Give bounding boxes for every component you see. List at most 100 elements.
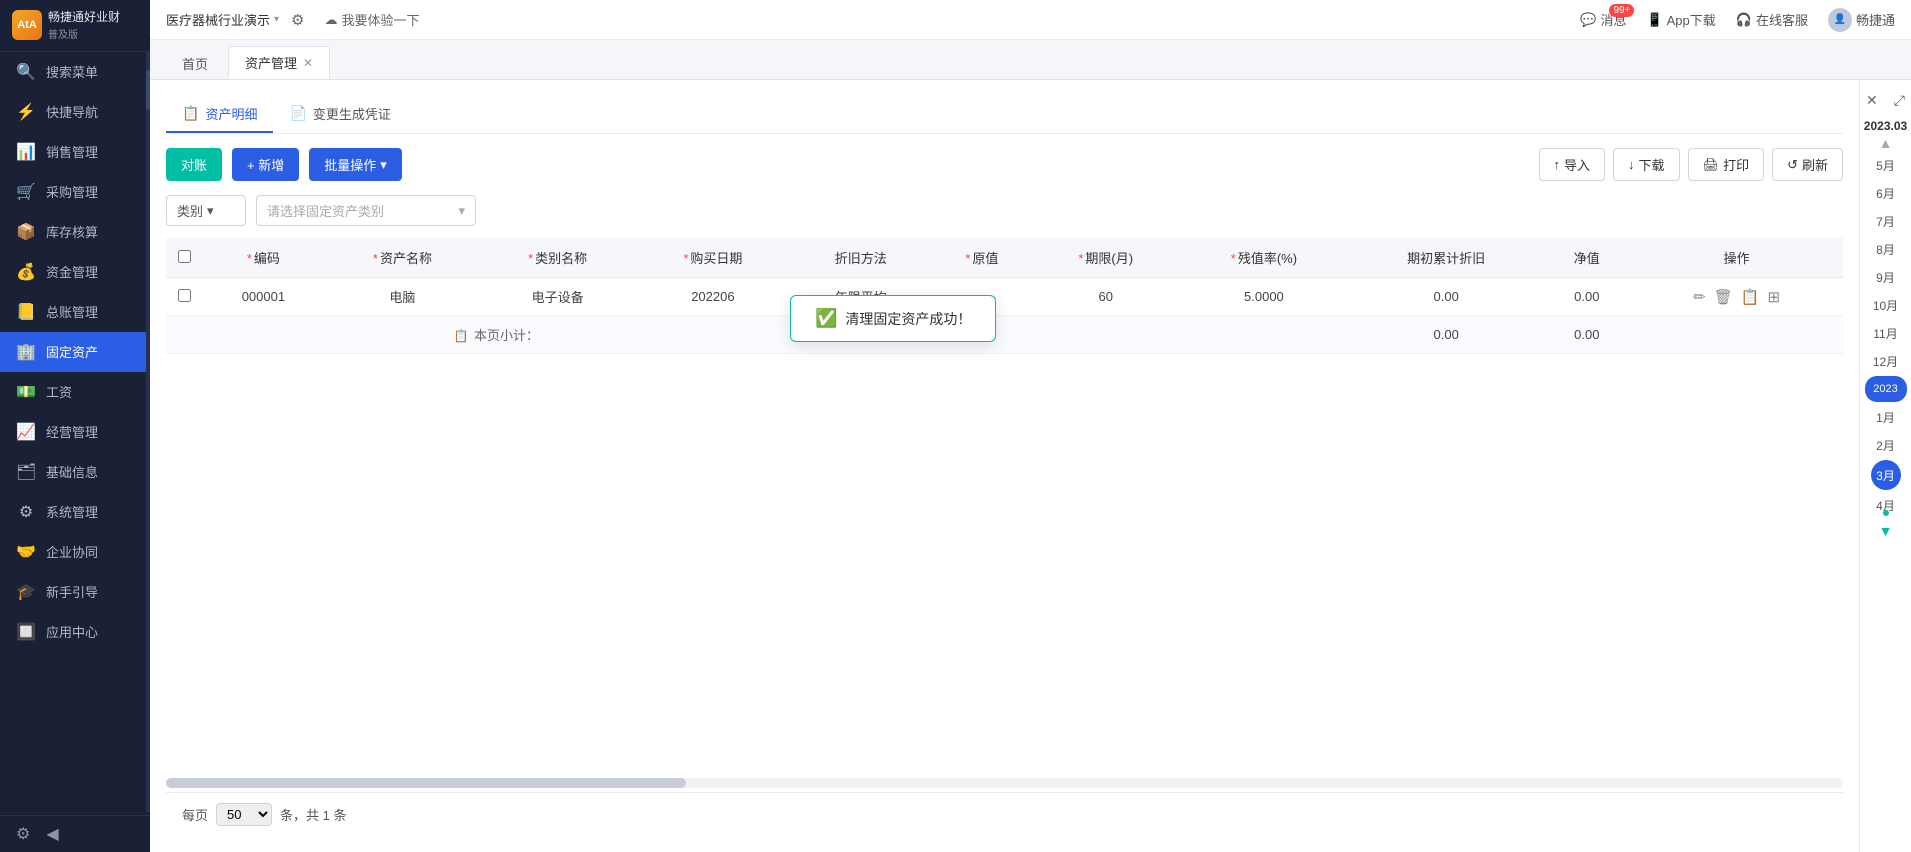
- col-purchase-date: *购买日期: [635, 238, 790, 278]
- right-panel: ✕ ⤢ 2023.03 ▲ 5月 6月 7月 8月 9月 10月 11月 12月…: [1859, 80, 1911, 852]
- edit-icon[interactable]: ✏: [1693, 288, 1706, 306]
- year-badge[interactable]: 2023: [1865, 376, 1907, 402]
- sidebar-item-ledger[interactable]: 📒 总账管理: [0, 292, 150, 332]
- sidebar-item-base[interactable]: 🗂 基础信息: [0, 452, 150, 492]
- sidebar-item-operations[interactable]: 📈 经营管理: [0, 412, 150, 452]
- toolbar: 对账 + 新增 批量操作 ▾ ↑ 导入 ↓ 下载: [166, 148, 1843, 181]
- logo-text: 畅捷通好业财: [48, 10, 120, 26]
- export-button[interactable]: ↑ 导入: [1539, 148, 1606, 181]
- new-button[interactable]: + 新增: [232, 148, 299, 181]
- print-button[interactable]: 🖨 打印: [1688, 148, 1765, 181]
- print-icon: 🖨: [1703, 157, 1720, 173]
- col-code: *编码: [202, 238, 325, 278]
- app-download-label: App下载: [1667, 10, 1716, 29]
- sidebar-item-payroll[interactable]: 💵 工资: [0, 372, 150, 412]
- month-6[interactable]: 6月: [1866, 180, 1906, 206]
- panel-down-icon[interactable]: ▼: [1879, 523, 1893, 539]
- main-area: 医疗器械行业演示 ▾ ⚙ ☁ 我要体验一下 💬 消息 99+ 📱 App下载 🎧…: [150, 0, 1911, 852]
- user-item[interactable]: 👤 畅捷通: [1828, 8, 1895, 32]
- online-service-item[interactable]: 🎧 在线客服: [1736, 10, 1808, 29]
- month-5[interactable]: 5月: [1866, 152, 1906, 178]
- chart-icon: 📊: [16, 142, 36, 162]
- category-input[interactable]: 请选择固定资产类别 ▾: [256, 195, 476, 226]
- month-2[interactable]: 2月: [1866, 432, 1906, 458]
- toast-check-icon: ✅: [815, 308, 837, 329]
- category-label: 类别: [177, 201, 203, 220]
- copy-icon[interactable]: 📋: [1741, 288, 1760, 306]
- tab-close-icon[interactable]: ✕: [303, 56, 313, 70]
- toast-message: 清理固定资产成功！: [845, 309, 971, 329]
- panel-expand-icon[interactable]: ⤢: [1894, 92, 1905, 109]
- topbar-gear-icon[interactable]: ⚙: [291, 11, 304, 29]
- horizontal-scrollbar[interactable]: [166, 778, 1843, 788]
- experience-button[interactable]: ☁ 我要体验一下: [325, 10, 420, 29]
- subtotal-net-value: 0.00: [1543, 316, 1630, 354]
- col-depreciation: 折旧方法: [791, 238, 932, 278]
- more-icon[interactable]: ⊞: [1767, 288, 1780, 306]
- month-1[interactable]: 1月: [1866, 404, 1906, 430]
- delete-icon[interactable]: 🗑: [1714, 288, 1733, 306]
- money-icon: 💰: [16, 262, 36, 282]
- reconcile-label: 对账: [181, 155, 207, 174]
- reconcile-button[interactable]: 对账: [166, 148, 222, 181]
- tab-asset[interactable]: 资产管理 ✕: [228, 46, 330, 79]
- sidebar-item-label: 固定资产: [46, 342, 98, 361]
- per-page-select[interactable]: 50 100 200: [216, 803, 272, 826]
- company-selector[interactable]: 医疗器械行业演示 ▾: [166, 10, 279, 29]
- message-item[interactable]: 💬 消息 99+: [1580, 10, 1626, 29]
- month-9[interactable]: 9月: [1866, 264, 1906, 290]
- tab-asset-label: 资产管理: [245, 53, 297, 72]
- month-4[interactable]: 4月: [1866, 492, 1906, 518]
- category-select[interactable]: 类别 ▾: [166, 195, 246, 226]
- subtab-voucher[interactable]: 📄 变更生成凭证: [273, 96, 406, 133]
- collapse-icon[interactable]: ◀: [46, 824, 58, 844]
- batch-button[interactable]: 批量操作 ▾: [309, 148, 402, 181]
- sidebar-item-search[interactable]: 🔍 搜索菜单: [0, 52, 150, 92]
- month-12[interactable]: 12月: [1866, 348, 1906, 374]
- select-all-checkbox[interactable]: [178, 250, 191, 263]
- tab-home[interactable]: 首页: [166, 48, 224, 79]
- category-arrow-icon: ▾: [207, 203, 214, 219]
- sidebar-item-purchase[interactable]: 🛒 采购管理: [0, 172, 150, 212]
- print-label: 打印: [1723, 155, 1749, 174]
- sidebar-item-funds[interactable]: 💰 资金管理: [0, 252, 150, 292]
- sidebar-item-collab[interactable]: 🤝 企业协同: [0, 532, 150, 572]
- month-8[interactable]: 8月: [1866, 236, 1906, 262]
- filter-row: 类别 ▾ 请选择固定资产类别 ▾: [166, 195, 1843, 226]
- experience-label: 我要体验一下: [342, 10, 420, 29]
- row-checkbox[interactable]: [178, 289, 191, 302]
- sidebar-item-sales[interactable]: 📊 销售管理: [0, 132, 150, 172]
- cart-icon: 🛒: [16, 182, 36, 202]
- sidebar-item-apps[interactable]: 🔲 应用中心: [0, 612, 150, 652]
- topbar-right: 💬 消息 99+ 📱 App下载 🎧 在线客服 👤 畅捷通: [1580, 8, 1895, 32]
- subtotal-row: 📋 本页小计： 0.00 0.00 0.00: [166, 316, 1843, 354]
- panel-close-icon[interactable]: ✕: [1866, 92, 1878, 109]
- book-icon: 📒: [16, 302, 36, 322]
- sidebar-item-guide[interactable]: 🎓 新手引导: [0, 572, 150, 612]
- panel-up-icon[interactable]: ▲: [1879, 135, 1893, 151]
- month-3-current[interactable]: 3月: [1871, 460, 1901, 490]
- sidebar-item-label: 系统管理: [46, 502, 98, 521]
- settings-icon[interactable]: ⚙: [16, 824, 30, 844]
- cell-action: ✏ 🗑 📋 ⊞: [1630, 278, 1843, 316]
- batch-arrow-icon: ▾: [380, 157, 387, 173]
- cell-code: 000001: [202, 278, 325, 316]
- scrollbar-thumb: [166, 778, 686, 788]
- download-button[interactable]: ↓ 下载: [1613, 148, 1680, 181]
- online-service-label: 在线客服: [1756, 10, 1808, 29]
- panel-year: 2023.03: [1860, 117, 1911, 135]
- cell-category: 电子设备: [480, 278, 635, 316]
- cloud-icon: ☁: [325, 12, 338, 28]
- sidebar-item-inventory[interactable]: 📦 库存核算: [0, 212, 150, 252]
- sidebar-item-fixed[interactable]: 🏢 固定资产: [0, 332, 150, 372]
- refresh-button[interactable]: ↺ 刷新: [1772, 148, 1843, 181]
- sidebar-item-system[interactable]: ⚙ 系统管理: [0, 492, 150, 532]
- total-label: 条，共 1 条: [280, 805, 346, 824]
- col-name: *资产名称: [325, 238, 480, 278]
- subtab-detail[interactable]: 📋 资产明细: [166, 96, 273, 133]
- month-10[interactable]: 10月: [1866, 292, 1906, 318]
- sidebar-item-quicknav[interactable]: ⚡ 快捷导航: [0, 92, 150, 132]
- app-download-item[interactable]: 📱 App下载: [1646, 10, 1715, 29]
- month-7[interactable]: 7月: [1866, 208, 1906, 234]
- month-11[interactable]: 11月: [1866, 320, 1906, 346]
